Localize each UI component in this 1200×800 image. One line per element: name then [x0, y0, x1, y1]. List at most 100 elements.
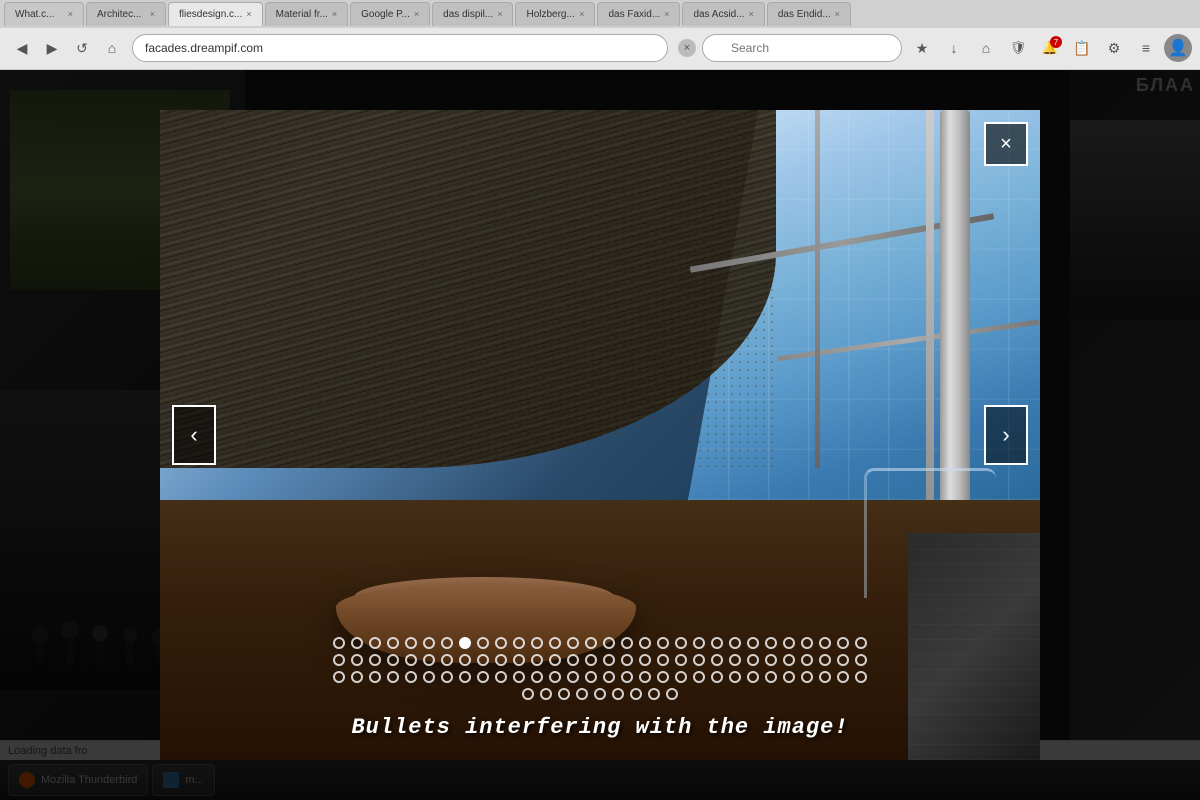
bullet-row2-20[interactable]	[693, 654, 705, 666]
notification-icon[interactable]: 🔔 7	[1036, 34, 1064, 62]
tab-1[interactable]: Architec... ×	[86, 2, 166, 26]
bullet-row3-14[interactable]	[585, 671, 597, 683]
bullet-row1-6[interactable]	[441, 637, 453, 649]
bullet-row2-6[interactable]	[441, 654, 453, 666]
tab-8-close[interactable]: ×	[749, 9, 754, 19]
bullet-row2-18[interactable]	[657, 654, 669, 666]
bullet-row4-5[interactable]	[612, 688, 624, 700]
bullet-row3-4[interactable]	[405, 671, 417, 683]
home-icon[interactable]: ⌂	[972, 34, 1000, 62]
bullet-row3-15[interactable]	[603, 671, 615, 683]
bullet-row1-13[interactable]	[567, 637, 579, 649]
bullet-row1-15[interactable]	[603, 637, 615, 649]
bullet-row3-1[interactable]	[351, 671, 363, 683]
lightbox-next-button[interactable]: ›	[984, 405, 1028, 465]
bullet-row4-6[interactable]	[630, 688, 642, 700]
bullet-row1-7[interactable]	[459, 637, 471, 649]
bullet-row3-28[interactable]	[837, 671, 849, 683]
bullet-row2-21[interactable]	[711, 654, 723, 666]
bullet-row2-23[interactable]	[747, 654, 759, 666]
bullet-row2-29[interactable]	[855, 654, 867, 666]
bullet-row3-11[interactable]	[531, 671, 543, 683]
bullet-row4-4[interactable]	[594, 688, 606, 700]
bullet-row2-11[interactable]	[531, 654, 543, 666]
bullet-row1-19[interactable]	[675, 637, 687, 649]
bullet-row3-24[interactable]	[765, 671, 777, 683]
lightbox-prev-button[interactable]: ‹	[172, 405, 216, 465]
tab-5-close[interactable]: ×	[497, 9, 502, 19]
bullet-row2-14[interactable]	[585, 654, 597, 666]
bullet-row1-18[interactable]	[657, 637, 669, 649]
bullet-row2-13[interactable]	[567, 654, 579, 666]
bullet-row4-7[interactable]	[648, 688, 660, 700]
tab-6-close[interactable]: ×	[579, 9, 584, 19]
search-input[interactable]	[702, 34, 902, 62]
bullet-row3-29[interactable]	[855, 671, 867, 683]
bullet-row2-24[interactable]	[765, 654, 777, 666]
bullet-row1-23[interactable]	[747, 637, 759, 649]
bullet-row1-1[interactable]	[351, 637, 363, 649]
tab-2[interactable]: fliesdesign.c... ×	[168, 2, 263, 26]
address-field[interactable]: facades.dreampif.com	[132, 34, 668, 62]
tab-3-close[interactable]: ×	[332, 9, 337, 19]
bullet-row1-4[interactable]	[405, 637, 417, 649]
bullet-row2-15[interactable]	[603, 654, 615, 666]
shield-icon[interactable]: 🛡	[1004, 34, 1032, 62]
bullet-row3-13[interactable]	[567, 671, 579, 683]
bullet-row1-8[interactable]	[477, 637, 489, 649]
bullet-row1-3[interactable]	[387, 637, 399, 649]
reload-button[interactable]: ↺	[68, 34, 96, 62]
bullet-row3-20[interactable]	[693, 671, 705, 683]
tab-1-close[interactable]: ×	[150, 9, 155, 19]
bullet-row3-19[interactable]	[675, 671, 687, 683]
bullet-row1-27[interactable]	[819, 637, 831, 649]
download-icon[interactable]: ↓	[940, 34, 968, 62]
bullet-row1-12[interactable]	[549, 637, 561, 649]
bullet-row1-0[interactable]	[333, 637, 345, 649]
bullet-row3-9[interactable]	[495, 671, 507, 683]
bullet-row3-23[interactable]	[747, 671, 759, 683]
back-button[interactable]: ◀	[8, 34, 36, 62]
bullet-row3-3[interactable]	[387, 671, 399, 683]
bullet-row3-8[interactable]	[477, 671, 489, 683]
bullet-row1-17[interactable]	[639, 637, 651, 649]
bullet-row2-16[interactable]	[621, 654, 633, 666]
tab-7-close[interactable]: ×	[664, 9, 669, 19]
bullet-row1-22[interactable]	[729, 637, 741, 649]
more-icon[interactable]: ≡	[1132, 34, 1160, 62]
bullet-row2-9[interactable]	[495, 654, 507, 666]
bullet-row2-4[interactable]	[405, 654, 417, 666]
tab-2-close[interactable]: ×	[246, 9, 251, 19]
close-tab-button[interactable]: ×	[678, 39, 696, 57]
bullet-row3-10[interactable]	[513, 671, 525, 683]
bullet-row2-25[interactable]	[783, 654, 795, 666]
bullet-row3-27[interactable]	[819, 671, 831, 683]
tab-6[interactable]: Holzberg... ×	[515, 2, 595, 26]
bullet-row1-9[interactable]	[495, 637, 507, 649]
bullet-row3-6[interactable]	[441, 671, 453, 683]
bullet-row3-5[interactable]	[423, 671, 435, 683]
tab-9[interactable]: das Endid... ×	[767, 2, 851, 26]
bullet-row2-1[interactable]	[351, 654, 363, 666]
tab-4-close[interactable]: ×	[414, 9, 419, 19]
bullet-row2-7[interactable]	[459, 654, 471, 666]
bullet-row1-25[interactable]	[783, 637, 795, 649]
tab-7[interactable]: das Faxid... ×	[597, 2, 680, 26]
bullet-row1-14[interactable]	[585, 637, 597, 649]
bullet-row4-3[interactable]	[576, 688, 588, 700]
bullet-row2-0[interactable]	[333, 654, 345, 666]
extensions-icon[interactable]: ⚙	[1100, 34, 1128, 62]
bullet-row2-27[interactable]	[819, 654, 831, 666]
bullet-row3-25[interactable]	[783, 671, 795, 683]
tab-5[interactable]: das dispil... ×	[432, 2, 513, 26]
tab-9-close[interactable]: ×	[835, 9, 840, 19]
bullet-row2-2[interactable]	[369, 654, 381, 666]
bullet-row1-10[interactable]	[513, 637, 525, 649]
bullet-row3-17[interactable]	[639, 671, 651, 683]
bullet-row2-28[interactable]	[837, 654, 849, 666]
clipboard-icon[interactable]: 📋	[1068, 34, 1096, 62]
bullet-row2-12[interactable]	[549, 654, 561, 666]
profile-icon[interactable]: 👤	[1164, 34, 1192, 62]
bullet-row3-16[interactable]	[621, 671, 633, 683]
tab-4[interactable]: Google P... ×	[350, 2, 430, 26]
